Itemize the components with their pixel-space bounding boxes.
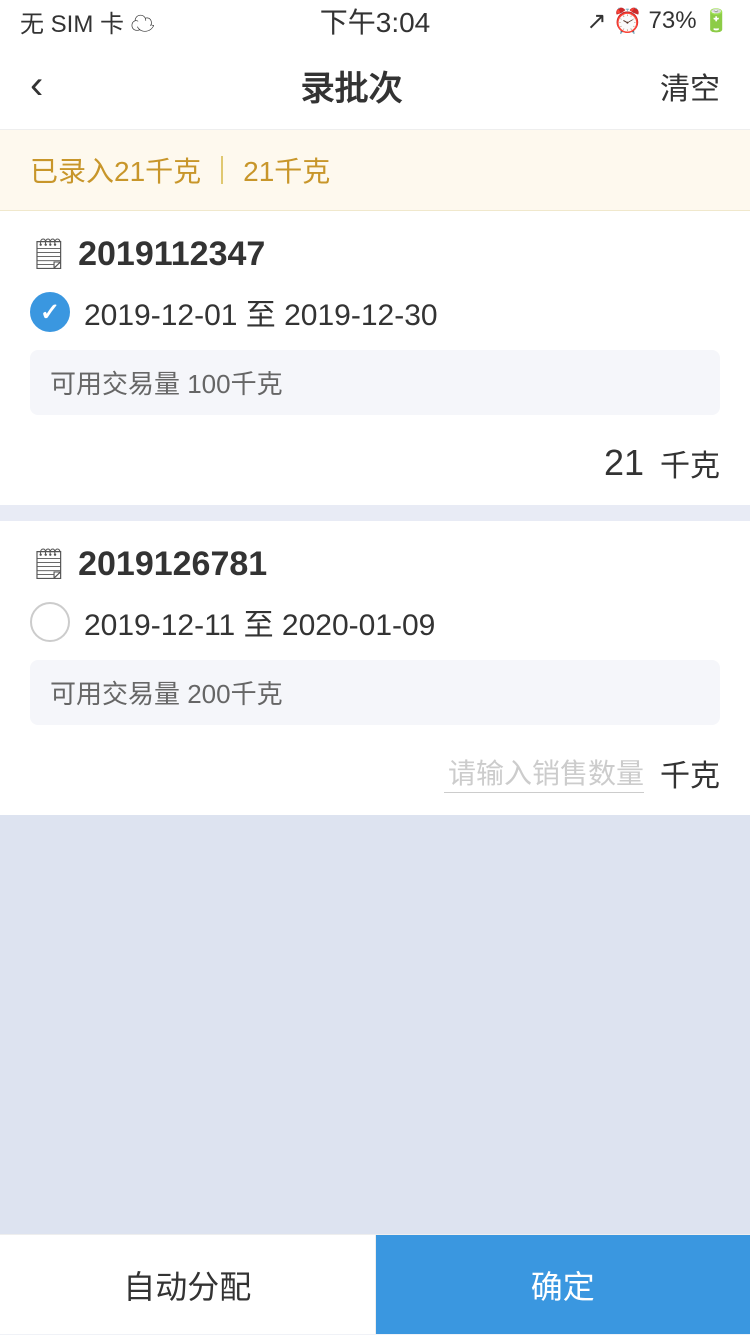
batch-checkbox-1[interactable] (30, 292, 70, 332)
page-title: 录批次 (301, 61, 403, 110)
batch-number-1: 2019112347 (78, 235, 265, 274)
nav-bar: ‹ 录批次 清空 (0, 42, 750, 130)
batch-unit-1: 千克 (660, 441, 720, 485)
batch-input-row-1: 21 千克 (0, 431, 750, 505)
batch-card-1: 🗒 2019112347 2019-12-01 至 2019-12-30 可用交… (0, 211, 750, 505)
batch-date-row-1: 2019-12-01 至 2019-12-30 (0, 284, 750, 344)
sim-label: 无 SIM 卡 ☁ (20, 4, 155, 39)
summary-amount-label: 21千克 (243, 150, 330, 190)
battery-label: 73% (649, 7, 697, 35)
batch-date-2: 2019-12-11 至 2020-01-09 (84, 600, 435, 644)
status-bar: 无 SIM 卡 ☁ 下午3:04 ↗ ⏰ 73% 🔋 (0, 0, 750, 42)
batch-date-1: 2019-12-01 至 2019-12-30 (84, 290, 438, 334)
batch-card-2: 🗒 2019126781 2019-12-11 至 2020-01-09 可用交… (0, 521, 750, 815)
confirm-button[interactable]: 确定 (376, 1235, 750, 1334)
alarm-icon: ⏰ (613, 7, 643, 36)
batch-input-row-2: 千克 (0, 741, 750, 815)
batch-doc-icon-2: 🗒 (30, 547, 68, 582)
battery-icon: 🔋 (703, 8, 730, 34)
batch-date-row-2: 2019-12-11 至 2020-01-09 (0, 594, 750, 654)
batch-doc-icon-1: 🗒 (30, 237, 68, 272)
status-left: 无 SIM 卡 ☁ (20, 4, 155, 39)
batch-quantity-input-2[interactable] (444, 753, 644, 793)
status-time: 下午3:04 (320, 1, 431, 41)
batch-avail-2: 可用交易量 200千克 (30, 660, 720, 725)
section-separator-1 (0, 505, 750, 521)
batch-header-2: 🗒 2019126781 (0, 521, 750, 594)
summary-banner: 已录入21千克 21千克 (0, 130, 750, 211)
status-right: ↗ ⏰ 73% 🔋 (587, 7, 730, 36)
batch-avail-1: 可用交易量 100千克 (30, 350, 720, 415)
batch-input-value-1: 21 (604, 442, 644, 484)
back-button[interactable]: ‹ (30, 63, 43, 108)
batch-unit-2: 千克 (660, 751, 720, 795)
bottom-bar: 自动分配 确定 (0, 1234, 750, 1334)
location-icon: ↗ (587, 7, 607, 36)
empty-area (0, 815, 750, 1235)
batch-number-2: 2019126781 (78, 545, 267, 584)
clear-button[interactable]: 清空 (660, 64, 720, 108)
auto-distribute-button[interactable]: 自动分配 (0, 1235, 376, 1334)
batch-checkbox-2[interactable] (30, 602, 70, 642)
summary-entered-label: 已录入21千克 (30, 150, 201, 190)
content-area: 🗒 2019112347 2019-12-01 至 2019-12-30 可用交… (0, 211, 750, 1335)
batch-header-1: 🗒 2019112347 (0, 211, 750, 284)
summary-divider (221, 156, 223, 184)
